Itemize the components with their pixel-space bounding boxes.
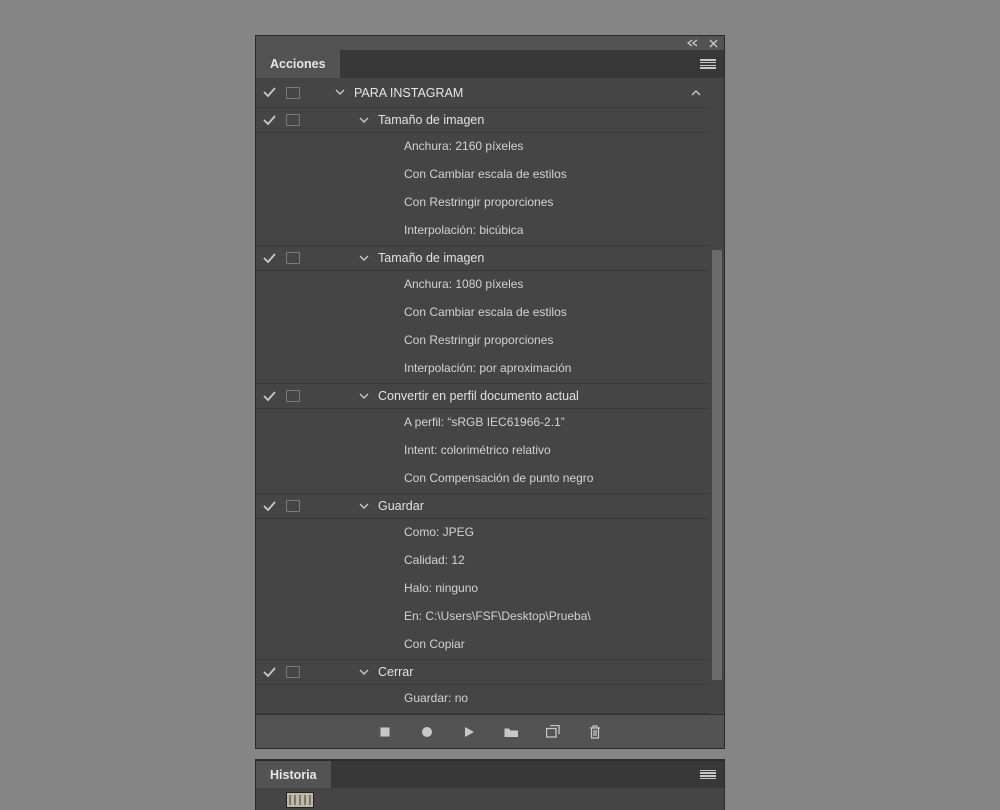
actions-list: PARA INSTAGRAM Tamaño de imagen Anchura: … [256,78,724,714]
scrollbar-track[interactable] [710,78,724,714]
action-set-row[interactable]: PARA INSTAGRAM [256,78,724,108]
hamburger-icon [700,770,716,780]
action-set-name: PARA INSTAGRAM [354,86,463,100]
action-step-name: Tamaño de imagen [378,113,484,127]
action-step-row[interactable]: Guardar [256,494,724,519]
close-icon[interactable] [709,39,718,48]
dialog-box-icon [286,390,300,402]
dialog-column[interactable] [282,87,304,99]
new-set-folder-icon[interactable] [504,725,518,739]
history-menu-button[interactable] [692,761,724,788]
chevron-down-icon[interactable] [358,669,370,676]
action-step-details: Guardar: no [256,685,724,714]
action-step-row[interactable]: Tamaño de imagen [256,108,724,133]
action-step-name: Tamaño de imagen [378,251,484,265]
tab-actions[interactable]: Acciones [256,50,340,78]
tab-row: Acciones [256,50,724,78]
action-detail-line: Con Restringir proporciones [404,189,706,217]
chevron-down-icon[interactable] [358,117,370,124]
action-step-details: Anchura: 2160 píxelesCon Cambiar escala … [256,133,724,246]
tab-label: Historia [270,768,317,782]
actions-footer [256,714,724,748]
actions-panel: Acciones PARA INSTAGRAM [256,36,724,748]
action-step-name: Guardar [378,499,424,513]
dialog-box-icon [286,252,300,264]
action-step-row[interactable]: Cerrar [256,660,724,685]
action-step-row[interactable]: Convertir en perfil documento actual [256,384,724,409]
action-step-name: Cerrar [378,665,413,679]
scrollbar-thumb[interactable] [712,250,722,680]
action-detail-line: Con Restringir proporciones [404,327,706,355]
tab-history[interactable]: Historia [256,761,331,788]
action-detail-line: Anchura: 2160 píxeles [404,133,706,161]
action-detail-line: Como: JPEG [404,519,706,547]
toggle-column[interactable] [256,501,282,512]
action-step-name: Convertir en perfil documento actual [378,389,579,403]
dialog-column[interactable] [282,252,304,264]
history-thumbnail [286,792,314,808]
panel-titlebar [256,36,724,50]
collapse-set-icon[interactable] [686,89,706,96]
chevron-down-icon[interactable] [358,393,370,400]
action-detail-line: Interpolación: por aproximación [404,355,706,383]
dialog-box-icon [286,114,300,126]
action-detail-line: Calidad: 12 [404,547,706,575]
action-detail-line: Halo: ninguno [404,575,706,603]
chevron-down-icon[interactable] [334,89,346,96]
action-step-details: A perfil: “sRGB IEC61966-2.1”Intent: col… [256,409,724,494]
chevron-down-icon[interactable] [358,503,370,510]
dialog-column[interactable] [282,500,304,512]
history-panel: Historia [256,760,724,810]
action-detail-line: Intent: colorimétrico relativo [404,437,706,465]
stop-icon[interactable] [378,725,392,739]
toggle-column[interactable] [256,87,282,98]
toggle-column[interactable] [256,115,282,126]
action-detail-line: Con Cambiar escala de estilos [404,161,706,189]
action-detail-line: Con Cambiar escala de estilos [404,299,706,327]
dialog-column[interactable] [282,114,304,126]
new-action-icon[interactable] [546,725,560,739]
chevron-down-icon[interactable] [358,255,370,262]
hamburger-icon [700,59,716,69]
check-icon [263,87,276,98]
action-detail-line: Anchura: 1080 píxeles [404,271,706,299]
action-detail-line: Con Compensación de punto negro [404,465,706,493]
toggle-column[interactable] [256,391,282,402]
history-tab-row: Historia [256,760,724,788]
collapse-icon[interactable] [687,39,699,47]
dialog-column[interactable] [282,390,304,402]
action-step-details: Anchura: 1080 píxelesCon Cambiar escala … [256,271,724,384]
action-detail-line: Interpolación: bicúbica [404,217,706,245]
dialog-box-icon [286,87,300,99]
record-icon[interactable] [420,725,434,739]
tab-label: Acciones [270,57,326,71]
toggle-column[interactable] [256,667,282,678]
action-detail-line: Guardar: no [404,685,706,713]
dialog-box-icon [286,666,300,678]
action-detail-line: Con Copiar [404,631,706,659]
trash-icon[interactable] [588,725,602,739]
panel-menu-button[interactable] [692,50,724,78]
action-detail-line: A perfil: “sRGB IEC61966-2.1” [404,409,706,437]
action-step-details: Como: JPEGCalidad: 12Halo: ningunoEn: C:… [256,519,724,660]
dialog-column[interactable] [282,666,304,678]
action-detail-line: En: C:\Users\FSF\Desktop\Prueba\ [404,603,706,631]
play-icon[interactable] [462,725,476,739]
action-step-row[interactable]: Tamaño de imagen [256,246,724,271]
dialog-box-icon [286,500,300,512]
toggle-column[interactable] [256,253,282,264]
history-snapshot-row[interactable] [256,788,724,810]
